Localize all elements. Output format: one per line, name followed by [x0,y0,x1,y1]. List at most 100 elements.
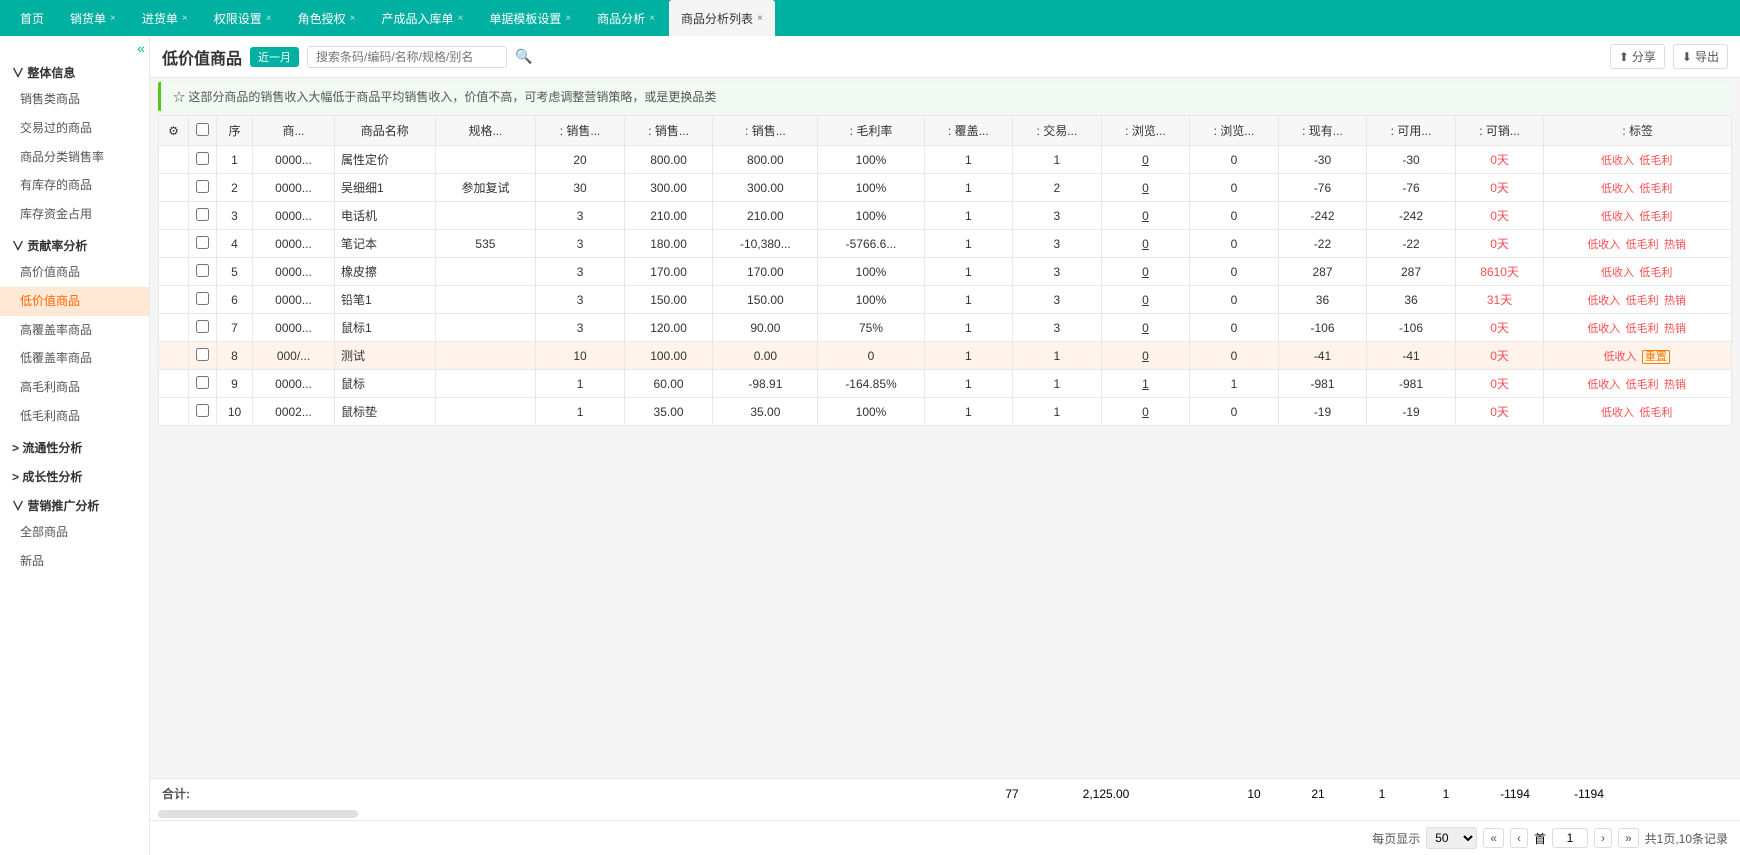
cell-check[interactable] [189,174,217,202]
page-number-input[interactable] [1552,828,1588,848]
browse1-link[interactable]: 0 [1142,181,1149,195]
sidebar-group-marketing[interactable]: ∨ 营销推广分析 [0,489,149,518]
sidebar-item-high-margin[interactable]: 高毛利商品 [0,373,149,402]
browse1-link[interactable]: 0 [1142,405,1149,419]
search-icon[interactable]: 🔍 [515,48,532,65]
table-container[interactable]: ⚙ 序 商... 商品名称 规格... : 销售... : 销售... : 销售… [150,115,1740,778]
cell-code: 0002... [253,398,335,426]
row-checkbox[interactable] [196,404,209,417]
close-icon[interactable]: × [757,13,763,24]
nav-product-analysis-list[interactable]: 商品分析列表 × [669,0,775,36]
cell-name: 电话机 [334,202,435,230]
cell-settings [159,370,189,398]
nav-permissions[interactable]: 权限设置 × [202,0,284,36]
sidebar-item-high-value[interactable]: 高价值商品 [0,258,149,287]
close-icon[interactable]: × [266,13,272,24]
col-header-check[interactable] [189,116,217,146]
last-page-button[interactable]: » [1618,828,1639,848]
cell-check[interactable] [189,398,217,426]
export-button[interactable]: ⬇ 导出 [1673,44,1728,69]
row-checkbox[interactable] [196,208,209,221]
row-checkbox[interactable] [196,376,209,389]
sidebar-item-low-value[interactable]: 低价值商品 [0,287,149,316]
date-badge[interactable]: 近一月 [250,47,299,67]
col-header-settings[interactable]: ⚙ [159,116,189,146]
nav-sales-order[interactable]: 销货单 × [58,0,128,36]
sidebar-item-stock-capital[interactable]: 库存资金占用 [0,200,149,229]
select-all-checkbox[interactable] [196,123,209,136]
browse1-link[interactable]: 0 [1142,237,1149,251]
share-button[interactable]: ⬆ 分享 [1610,44,1665,69]
row-checkbox[interactable] [196,264,209,277]
cell-check[interactable] [189,342,217,370]
cell-spec [435,370,536,398]
sidebar-item-traded-products[interactable]: 交易过的商品 [0,114,149,143]
sidebar-group-overall[interactable]: ∨ 整体信息 [0,56,149,85]
browse1-link[interactable]: 0 [1142,321,1149,335]
next-page-button[interactable]: › [1594,828,1612,848]
cell-browse1[interactable]: 0 [1101,286,1190,314]
browse1-link[interactable]: 0 [1142,265,1149,279]
nav-role-auth[interactable]: 角色授权 × [286,0,368,36]
sidebar-item-low-margin[interactable]: 低毛利商品 [0,402,149,431]
close-icon[interactable]: × [565,13,571,24]
sidebar-collapse-button[interactable]: « [137,40,145,56]
browse1-link[interactable]: 1 [1142,377,1149,391]
cell-code: 0000... [253,286,335,314]
cell-browse1[interactable]: 0 [1101,342,1190,370]
row-checkbox[interactable] [196,292,209,305]
nav-stock-in[interactable]: 产成品入库单 × [369,0,475,36]
cell-browse1[interactable]: 0 [1101,398,1190,426]
row-checkbox[interactable] [196,348,209,361]
browse1-link[interactable]: 0 [1142,153,1149,167]
sidebar-group-growth[interactable]: > 成长性分析 [0,460,149,489]
row-checkbox[interactable] [196,180,209,193]
nav-home[interactable]: 首页 [8,0,56,36]
sidebar-item-sales-products[interactable]: 销售类商品 [0,85,149,114]
sidebar-group-liquidity[interactable]: > 流通性分析 [0,431,149,460]
sidebar-item-stocked-products[interactable]: 有库存的商品 [0,171,149,200]
per-page-select[interactable]: 50 100 200 [1426,827,1477,849]
cell-check[interactable] [189,230,217,258]
cell-check[interactable] [189,258,217,286]
close-icon[interactable]: × [110,13,116,24]
browse1-link[interactable]: 0 [1142,209,1149,223]
close-icon[interactable]: × [350,13,356,24]
cell-browse1[interactable]: 0 [1101,258,1190,286]
nav-product-analysis[interactable]: 商品分析 × [585,0,667,36]
close-icon[interactable]: × [649,13,655,24]
sidebar-item-new-products[interactable]: 新品 [0,547,149,576]
cell-margin: -5766.6... [818,230,924,258]
cell-browse1[interactable]: 0 [1101,174,1190,202]
prev-page-button[interactable]: ‹ [1510,828,1528,848]
cell-browse2: 0 [1190,146,1279,174]
sidebar-item-category-sales-rate[interactable]: 商品分类销售率 [0,143,149,172]
close-icon[interactable]: × [182,13,188,24]
nav-purchase-order[interactable]: 进货单 × [130,0,200,36]
close-icon[interactable]: × [457,13,463,24]
sidebar-item-high-coverage[interactable]: 高覆盖率商品 [0,316,149,345]
cell-check[interactable] [189,314,217,342]
cell-browse1[interactable]: 0 [1101,146,1190,174]
cell-check[interactable] [189,146,217,174]
row-checkbox[interactable] [196,236,209,249]
search-input[interactable] [307,46,507,68]
nav-template-settings[interactable]: 单据模板设置 × [477,0,583,36]
cell-check[interactable] [189,370,217,398]
browse1-link[interactable]: 0 [1142,293,1149,307]
cell-browse1[interactable]: 0 [1101,202,1190,230]
cell-browse1[interactable]: 1 [1101,370,1190,398]
cell-check[interactable] [189,202,217,230]
cell-check[interactable] [189,286,217,314]
first-page-button[interactable]: « [1483,828,1504,848]
cell-browse1[interactable]: 0 [1101,230,1190,258]
cell-s2: 800.00 [624,146,713,174]
sidebar-group-contribution[interactable]: ∨ 贡献率分析 [0,229,149,258]
sidebar-item-all-products[interactable]: 全部商品 [0,518,149,547]
browse1-link[interactable]: 0 [1142,349,1149,363]
row-checkbox[interactable] [196,152,209,165]
row-checkbox[interactable] [196,320,209,333]
days-value: 0天 [1490,209,1509,223]
cell-browse1[interactable]: 0 [1101,314,1190,342]
sidebar-item-low-coverage[interactable]: 低覆盖率商品 [0,344,149,373]
